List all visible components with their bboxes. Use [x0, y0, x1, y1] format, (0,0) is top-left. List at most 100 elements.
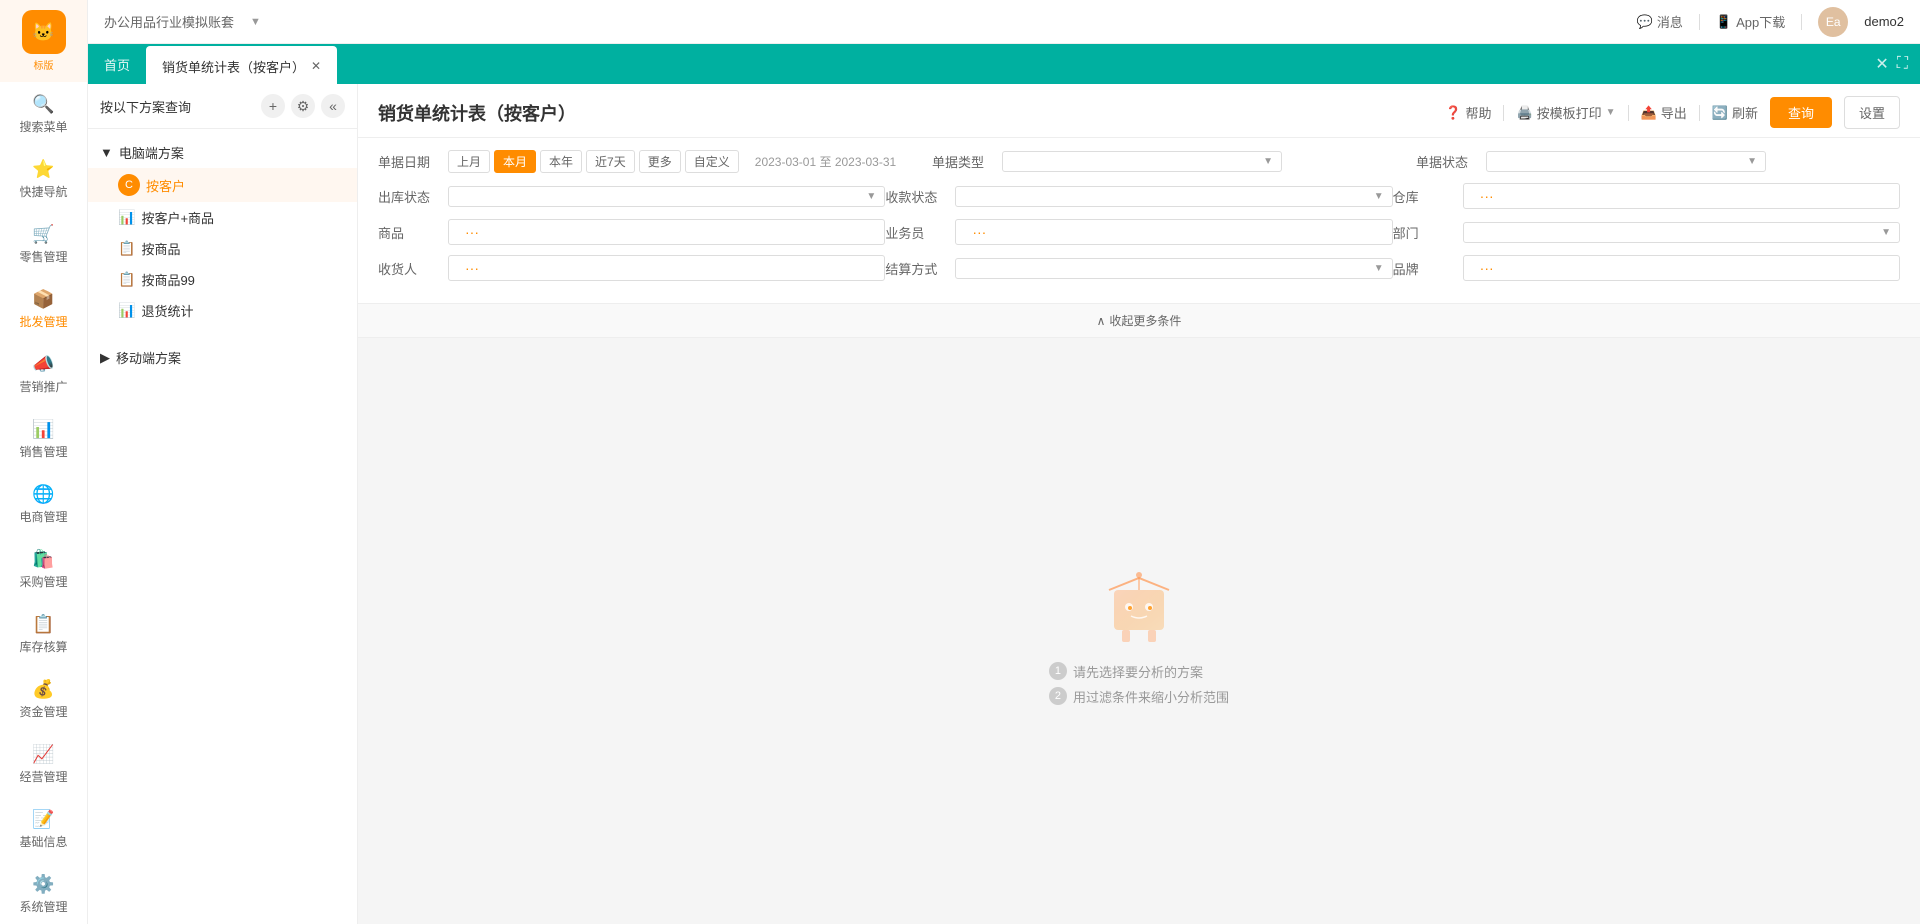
by-goods-label: 按商品 [141, 239, 180, 258]
filter-row-3: 商品 ··· 业务员 ··· 部门 [378, 219, 1900, 245]
recipient-dots[interactable]: ··· [461, 260, 483, 276]
tree-child-by-customer-goods[interactable]: 📊 按客户+商品 [88, 202, 357, 233]
purchase-icon: 🛍️ [32, 549, 54, 570]
export-btn[interactable]: 📤 导出 [1641, 103, 1687, 122]
sidebar-item-ecommerce[interactable]: 🌐 电商管理 [0, 472, 87, 537]
tab-close-window-btn[interactable]: ✕ [1875, 54, 1888, 74]
header-right: 💬 消息 📱 App下载 Ea demo2 [1637, 7, 1904, 37]
tree-child-refund-stats[interactable]: 📊 退货统计 [88, 295, 357, 326]
sidebar-logo[interactable]: 🐱 标版 [0, 0, 87, 82]
date-value: 上月 本月 本年 近7天 更多 自定义 2023-03-01 至 2023-03… [448, 150, 932, 173]
tab-expand-btn[interactable]: ⛶ [1897, 55, 1908, 73]
sidebar-item-wholesale[interactable]: 📦 批发管理 [0, 277, 87, 342]
home-label: 首页 [104, 55, 130, 74]
date-btn-this-year[interactable]: 本年 [540, 150, 582, 173]
stock-status-select[interactable]: ▼ [448, 186, 885, 207]
main-content: 办公用品行业模拟账套 ▼ 💬 消息 📱 App下载 Ea demo2 首页 销货… [88, 0, 1920, 924]
doc-status-select[interactable]: ▼ [1486, 151, 1766, 172]
sidebar-item-label: 搜索菜单 [19, 118, 67, 135]
by-goods99-label: 按商品99 [141, 270, 194, 289]
sidebar-item-operation[interactable]: 📈 经营管理 [0, 732, 87, 797]
goods-dots[interactable]: ··· [461, 224, 483, 240]
help-btn[interactable]: ❓ 帮助 [1445, 103, 1491, 122]
filter-row-date: 单据日期 上月 本月 本年 近7天 更多 自定义 2023-03-01 至 20… [378, 150, 1900, 173]
salesperson-dots[interactable]: ··· [968, 224, 990, 240]
department-select[interactable]: ▼ [1463, 222, 1900, 243]
marketing-icon: 📣 [32, 354, 54, 375]
doc-type-select[interactable]: ▼ [1002, 151, 1282, 172]
stock-status-arrow: ▼ [866, 191, 876, 202]
date-label: 单据日期 [378, 152, 448, 171]
goods-select[interactable]: ··· [448, 219, 885, 245]
app-download-btn[interactable]: 📱 App下载 [1716, 12, 1785, 31]
date-shortcuts: 上月 本月 本年 近7天 更多 自定义 [448, 150, 739, 173]
sidebar-item-sales[interactable]: 📊 销售管理 [0, 407, 87, 472]
date-btn-last-month[interactable]: 上月 [448, 150, 490, 173]
recipient-select[interactable]: ··· [448, 255, 885, 281]
add-scheme-btn[interactable]: + [261, 94, 285, 118]
tab-sales-stats[interactable]: 销货单统计表（按客户） ✕ [146, 46, 337, 86]
brand-select[interactable]: ··· [1463, 255, 1900, 281]
sidebar: 🐱 标版 🔍 搜索菜单 ⭐ 快捷导航 🛒 零售管理 📦 批发管理 📣 营销推广 … [0, 0, 88, 924]
page-actions: ❓ 帮助 🖨️ 按模板打印 ▼ 📤 导出 [1445, 96, 1900, 129]
empty-tips: 1 请先选择要分析的方案 2 用过滤条件来缩小分析范围 [1049, 662, 1229, 712]
sidebar-item-label: 采购管理 [19, 573, 67, 590]
tree-parent-mobile[interactable]: ▶ 移动端方案 [88, 342, 357, 373]
goods-col: 商品 ··· [378, 219, 885, 245]
user-name[interactable]: demo2 [1864, 14, 1904, 29]
tree-parent-desktop[interactable]: ▼ 电脑端方案 [88, 137, 357, 168]
salesperson-label: 业务员 [885, 223, 955, 242]
logo-icon: 🐱 [22, 10, 66, 54]
app-title[interactable]: 办公用品行业模拟账套 [104, 12, 234, 31]
recipient-label: 收货人 [378, 259, 448, 278]
message-btn[interactable]: 💬 消息 [1637, 12, 1683, 31]
query-btn[interactable]: 查询 [1770, 97, 1832, 128]
salesperson-select[interactable]: ··· [955, 219, 1392, 245]
department-arrow: ▼ [1881, 227, 1891, 238]
tab-home[interactable]: 首页 [88, 44, 146, 84]
warehouse-dots[interactable]: ··· [1476, 188, 1498, 204]
sidebar-item-purchase[interactable]: 🛍️ 采购管理 [0, 537, 87, 602]
logo-text: 标版 [34, 57, 54, 72]
system-icon: ⚙️ [32, 874, 54, 895]
print-template-btn[interactable]: 🖨️ 按模板打印 ▼ [1516, 103, 1615, 122]
collapse-panel-btn[interactable]: « [321, 94, 345, 118]
date-btn-custom[interactable]: 自定义 [685, 150, 739, 173]
brand-dots[interactable]: ··· [1476, 260, 1498, 276]
sidebar-item-search[interactable]: 🔍 搜索菜单 [0, 82, 87, 147]
divider3 [1503, 105, 1504, 121]
warehouse-select[interactable]: ··· [1463, 183, 1900, 209]
tree-child-by-goods[interactable]: 📋 按商品 [88, 233, 357, 264]
print-dropdown-icon: ▼ [1606, 107, 1616, 118]
settings-btn[interactable]: 设置 [1844, 96, 1900, 129]
app-title-dropdown-icon[interactable]: ▼ [250, 16, 261, 28]
ecommerce-icon: 🌐 [32, 484, 54, 505]
sidebar-item-inventory[interactable]: 📋 库存核算 [0, 602, 87, 667]
sidebar-item-shortcut[interactable]: ⭐ 快捷导航 [0, 147, 87, 212]
tab-close-btn[interactable]: ✕ [311, 59, 321, 73]
right-main: 销货单统计表（按客户） ❓ 帮助 🖨️ 按模板打印 ▼ 📤 [358, 84, 1920, 924]
sidebar-item-system[interactable]: ⚙️ 系统管理 [0, 862, 87, 924]
doc-status-arrow: ▼ [1747, 156, 1757, 167]
left-panel: 按以下方案查询 + ⚙ « ▼ 电脑端方案 C 按客户 [88, 84, 358, 924]
date-btn-this-month[interactable]: 本月 [494, 150, 536, 173]
tip-num-2: 2 [1049, 687, 1067, 705]
sidebar-item-basic[interactable]: 📝 基础信息 [0, 797, 87, 862]
settlement-select[interactable]: ▼ [955, 258, 1392, 279]
collapse-bar[interactable]: ∧ 收起更多条件 [358, 304, 1920, 338]
tree-child-by-goods99[interactable]: 📋 按商品99 [88, 264, 357, 295]
stock-status-col: 出库状态 ▼ [378, 186, 885, 207]
message-label: 消息 [1657, 12, 1683, 31]
tip-text-1: 请先选择要分析的方案 [1073, 662, 1203, 681]
sidebar-item-finance[interactable]: 💰 资金管理 [0, 667, 87, 732]
wholesale-icon: 📦 [32, 289, 54, 310]
sidebar-item-retail[interactable]: 🛒 零售管理 [0, 212, 87, 277]
refresh-btn[interactable]: 🔄 刷新 [1712, 103, 1758, 122]
date-btn-more[interactable]: 更多 [639, 150, 681, 173]
tree-child-by-customer[interactable]: C 按客户 [88, 168, 357, 202]
settings-scheme-btn[interactable]: ⚙ [291, 94, 315, 118]
pay-status-select[interactable]: ▼ [955, 186, 1392, 207]
date-btn-7days[interactable]: 近7天 [586, 150, 635, 173]
sidebar-item-marketing[interactable]: 📣 营销推广 [0, 342, 87, 407]
export-icon: 📤 [1641, 105, 1657, 121]
